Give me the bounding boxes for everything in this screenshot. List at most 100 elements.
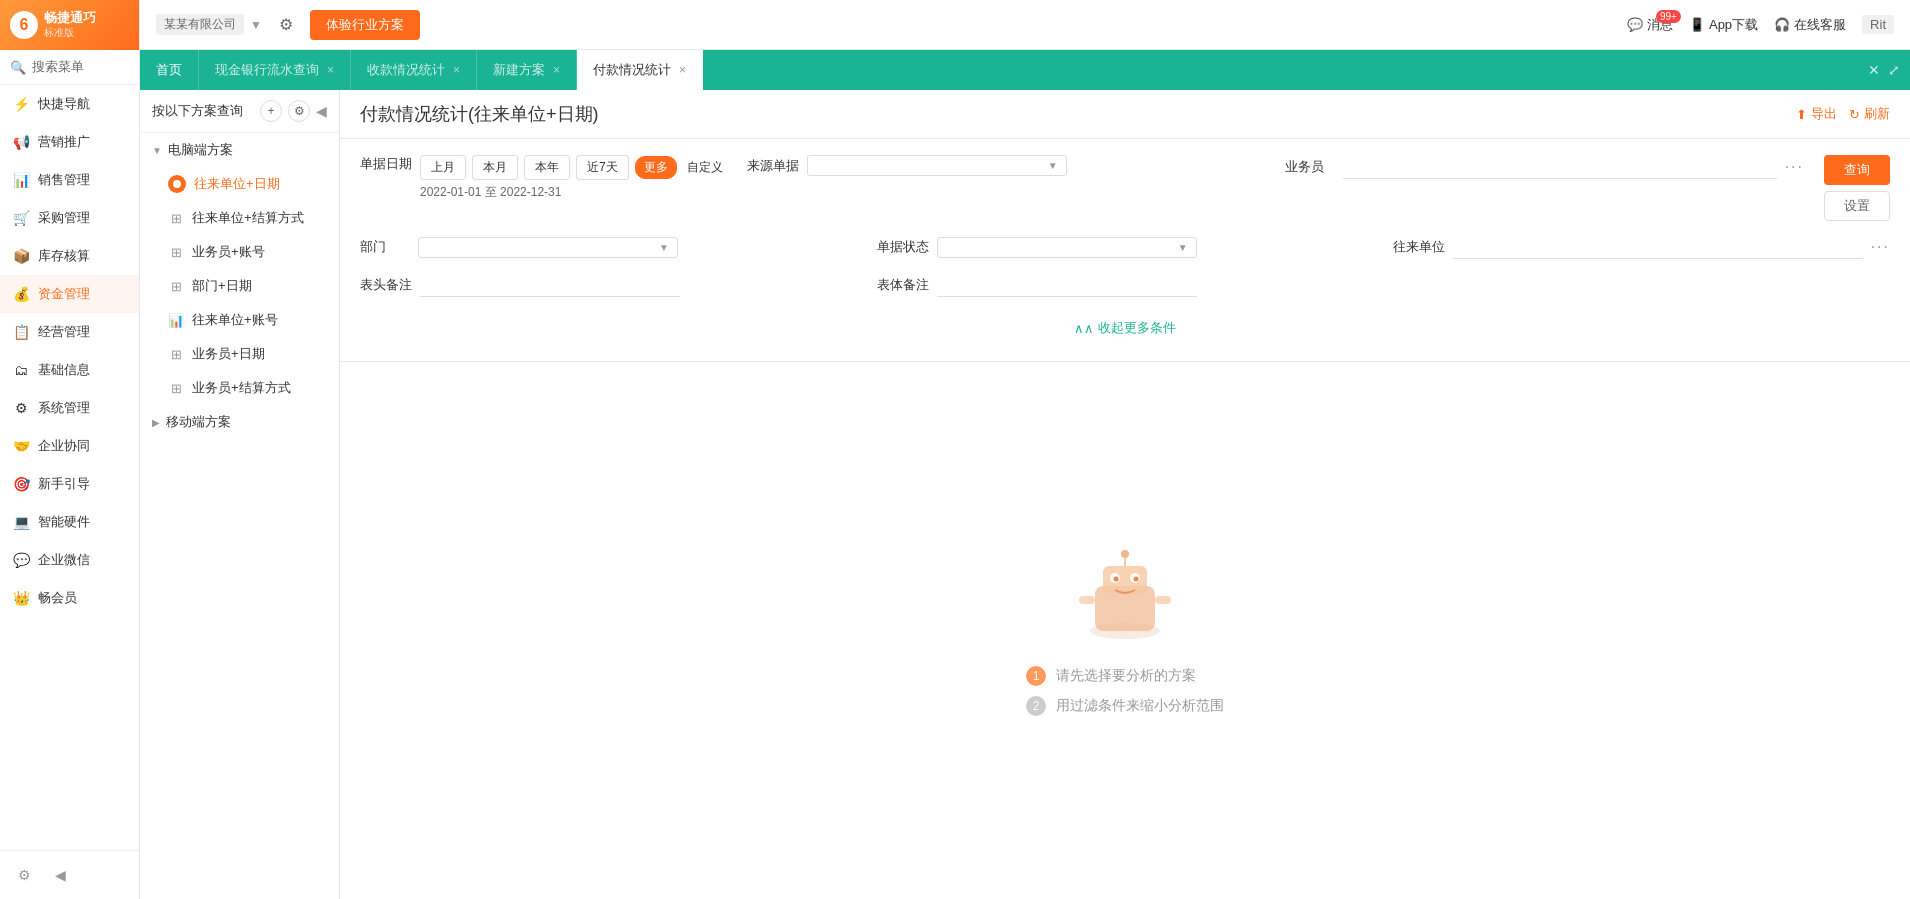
sidebar-item-collab[interactable]: 🤝 企业协同	[0, 427, 139, 465]
staff-filter: 业务员 ···	[1285, 155, 1804, 179]
sidebar-item-member[interactable]: 👑 畅会员	[0, 579, 139, 617]
filter-row-2: 部门 ▼ 单据状态 ▼ 往来单位	[360, 235, 1890, 259]
scheme-collapse-btn[interactable]: ◀	[316, 103, 327, 119]
date-btn-this-year[interactable]: 本年	[524, 155, 570, 180]
partner-filter-more[interactable]: ···	[1871, 238, 1890, 256]
trial-industry-btn[interactable]: 体验行业方案	[310, 10, 420, 40]
tab-receivable[interactable]: 收款情况统计 ×	[351, 50, 477, 90]
marketing-icon: 📢	[12, 133, 30, 151]
table-icon-3: ⊞	[168, 278, 184, 294]
sidebar-item-basic-info[interactable]: 🗂 基础信息	[0, 351, 139, 389]
svg-rect-10	[1079, 596, 1095, 604]
dept-select[interactable]: ▼	[418, 237, 678, 258]
scheme-panel-header: 按以下方案查询 + ⚙ ◀	[140, 90, 339, 133]
sidebar-header: 6 畅捷通巧 标准版	[0, 0, 139, 50]
date-btn-last-month[interactable]: 上月	[420, 155, 466, 180]
scheme-item-unit-date[interactable]: 往来单位+日期	[140, 167, 339, 201]
staff-filter-more[interactable]: ···	[1785, 158, 1804, 176]
tab-bank-close[interactable]: ×	[327, 63, 334, 77]
search-menu[interactable]: 🔍 搜索菜单	[0, 50, 139, 85]
query-btn[interactable]: 查询	[1824, 155, 1890, 185]
query-btn-group: 查询 设置	[1824, 155, 1890, 221]
desktop-group-toggle[interactable]: ▼ 电脑端方案	[140, 133, 339, 167]
table-icon-4: ⊞	[168, 346, 184, 362]
header-note-input[interactable]	[420, 273, 680, 297]
scheme-panel-actions: + ⚙ ◀	[260, 100, 327, 122]
empty-step-1: 1 请先选择要分析的方案	[1026, 666, 1224, 686]
sidebar-item-hardware[interactable]: 💻 智能硬件	[0, 503, 139, 541]
tab-receivable-close[interactable]: ×	[453, 63, 460, 77]
svg-point-9	[1121, 550, 1129, 558]
sidebar-item-sales[interactable]: 📊 销售管理	[0, 161, 139, 199]
tab-new-scheme-close[interactable]: ×	[553, 63, 560, 77]
footer-settings-btn[interactable]: ⚙	[10, 861, 38, 889]
export-btn[interactable]: ⬆ 导出	[1796, 105, 1837, 123]
tab-bank[interactable]: 现金银行流水查询 ×	[199, 50, 351, 90]
body-note-input[interactable]	[937, 273, 1197, 297]
date-btn-this-month[interactable]: 本月	[472, 155, 518, 180]
tab-new-scheme[interactable]: 新建方案 ×	[477, 50, 577, 90]
date-range-display: 2022-01-01 至 2022-12-31	[420, 184, 727, 201]
table-icon-5: ⊞	[168, 380, 184, 396]
tab-payment[interactable]: 付款情况统计 ×	[577, 50, 703, 90]
date-btn-more[interactable]: 更多	[635, 156, 677, 179]
footer-collapse-btn[interactable]: ◀	[46, 861, 74, 889]
sidebar-item-inventory[interactable]: 📦 库存核算	[0, 237, 139, 275]
message-btn[interactable]: 💬 消息 99+	[1627, 16, 1673, 34]
tabbar-actions: ✕ ⤢	[1858, 50, 1910, 90]
sidebar-item-system[interactable]: ⚙ 系统管理	[0, 389, 139, 427]
partner-input[interactable]	[1453, 235, 1862, 259]
sidebar-item-quick-nav[interactable]: ⚡ 快捷导航	[0, 85, 139, 123]
scheme-item-staff-date[interactable]: ⊞ 业务员+日期	[140, 337, 339, 371]
source-select-arrow: ▼	[1048, 160, 1058, 171]
tab-maximize-btn[interactable]: ⤢	[1888, 62, 1900, 78]
scheme-item-unit-settlement[interactable]: ⊞ 往来单位+结算方式	[140, 201, 339, 235]
collapse-more-btn[interactable]: ∧∧ 收起更多条件	[1058, 311, 1192, 345]
topbar-settings-btn[interactable]: ⚙	[272, 11, 300, 39]
svg-rect-11	[1155, 596, 1171, 604]
tab-close-all-btn[interactable]: ✕	[1868, 62, 1880, 78]
scheme-item-dept-date[interactable]: ⊞ 部门+日期	[140, 269, 339, 303]
add-scheme-btn[interactable]: +	[260, 100, 282, 122]
sidebar-item-operations[interactable]: 📋 经营管理	[0, 313, 139, 351]
date-btn-group: 上月 本月 本年 近7天 更多 自定义	[420, 155, 727, 180]
company-selector[interactable]: 某某有限公司 ▼	[156, 14, 262, 35]
scheme-item-staff-settlement[interactable]: ⊞ 业务员+结算方式	[140, 371, 339, 405]
staff-input[interactable]	[1343, 155, 1776, 179]
search-icon: 🔍	[10, 60, 26, 75]
scheme-item-staff-account[interactable]: ⊞ 业务员+账号	[140, 235, 339, 269]
scheme-settings-btn[interactable]: ⚙	[288, 100, 310, 122]
tab-home[interactable]: 首页	[140, 50, 199, 90]
user-account[interactable]: Rit	[1862, 15, 1894, 34]
settings-config-btn[interactable]: 设置	[1824, 191, 1890, 221]
sidebar-item-marketing[interactable]: 📢 营销推广	[0, 123, 139, 161]
sidebar-item-guide[interactable]: 🎯 新手引导	[0, 465, 139, 503]
partner-filter: 往来单位 ···	[1393, 235, 1890, 259]
mobile-group-toggle[interactable]: ▶ 移动端方案	[140, 405, 339, 439]
tabbar: 首页 现金银行流水查询 × 收款情况统计 × 新建方案 × 付款情况统计 × ✕…	[140, 50, 1910, 90]
filter-row-3: 表头备注 表体备注	[360, 273, 1890, 297]
tab-payment-close[interactable]: ×	[679, 63, 686, 77]
date-btn-7days[interactable]: 近7天	[576, 155, 629, 180]
step-2-num: 2	[1026, 696, 1046, 716]
empty-steps: 1 请先选择要分析的方案 2 用过滤条件来缩小分析范围	[1026, 666, 1224, 716]
app-download-btn[interactable]: 📱 App下载	[1689, 16, 1758, 34]
dept-select-arrow: ▼	[659, 242, 669, 253]
desktop-arrow-icon: ▼	[152, 145, 162, 156]
date-filter: 单据日期 上月 本月 本年 近7天 更多 自定义 2022-01-01 至 20…	[360, 155, 727, 201]
desktop-scheme-group: ▼ 电脑端方案 往来单位+日期 ⊞ 往来单位+结算方式 ⊞ 业务员+账号	[140, 133, 339, 405]
status-select-arrow: ▼	[1178, 242, 1188, 253]
status-select[interactable]: ▼	[937, 237, 1197, 258]
filter-area: 单据日期 上月 本月 本年 近7天 更多 自定义 2022-01-01 至 20…	[340, 139, 1910, 362]
date-btn-custom[interactable]: 自定义	[683, 156, 727, 179]
page-header: 付款情况统计(往来单位+日期) ⬆ 导出 ↻ 刷新	[340, 90, 1910, 139]
source-select[interactable]: ▼	[807, 155, 1067, 176]
sidebar-item-finance[interactable]: 💰 资金管理	[0, 275, 139, 313]
sidebar-item-wechat[interactable]: 💬 企业微信	[0, 541, 139, 579]
sidebar-item-purchase[interactable]: 🛒 采购管理	[0, 199, 139, 237]
refresh-btn[interactable]: ↻ 刷新	[1849, 105, 1890, 123]
chart-icon-1: 📊	[168, 312, 184, 328]
dept-filter: 部门 ▼	[360, 237, 857, 258]
scheme-item-unit-account[interactable]: 📊 往来单位+账号	[140, 303, 339, 337]
online-service-btn[interactable]: 🎧 在线客服	[1774, 16, 1846, 34]
